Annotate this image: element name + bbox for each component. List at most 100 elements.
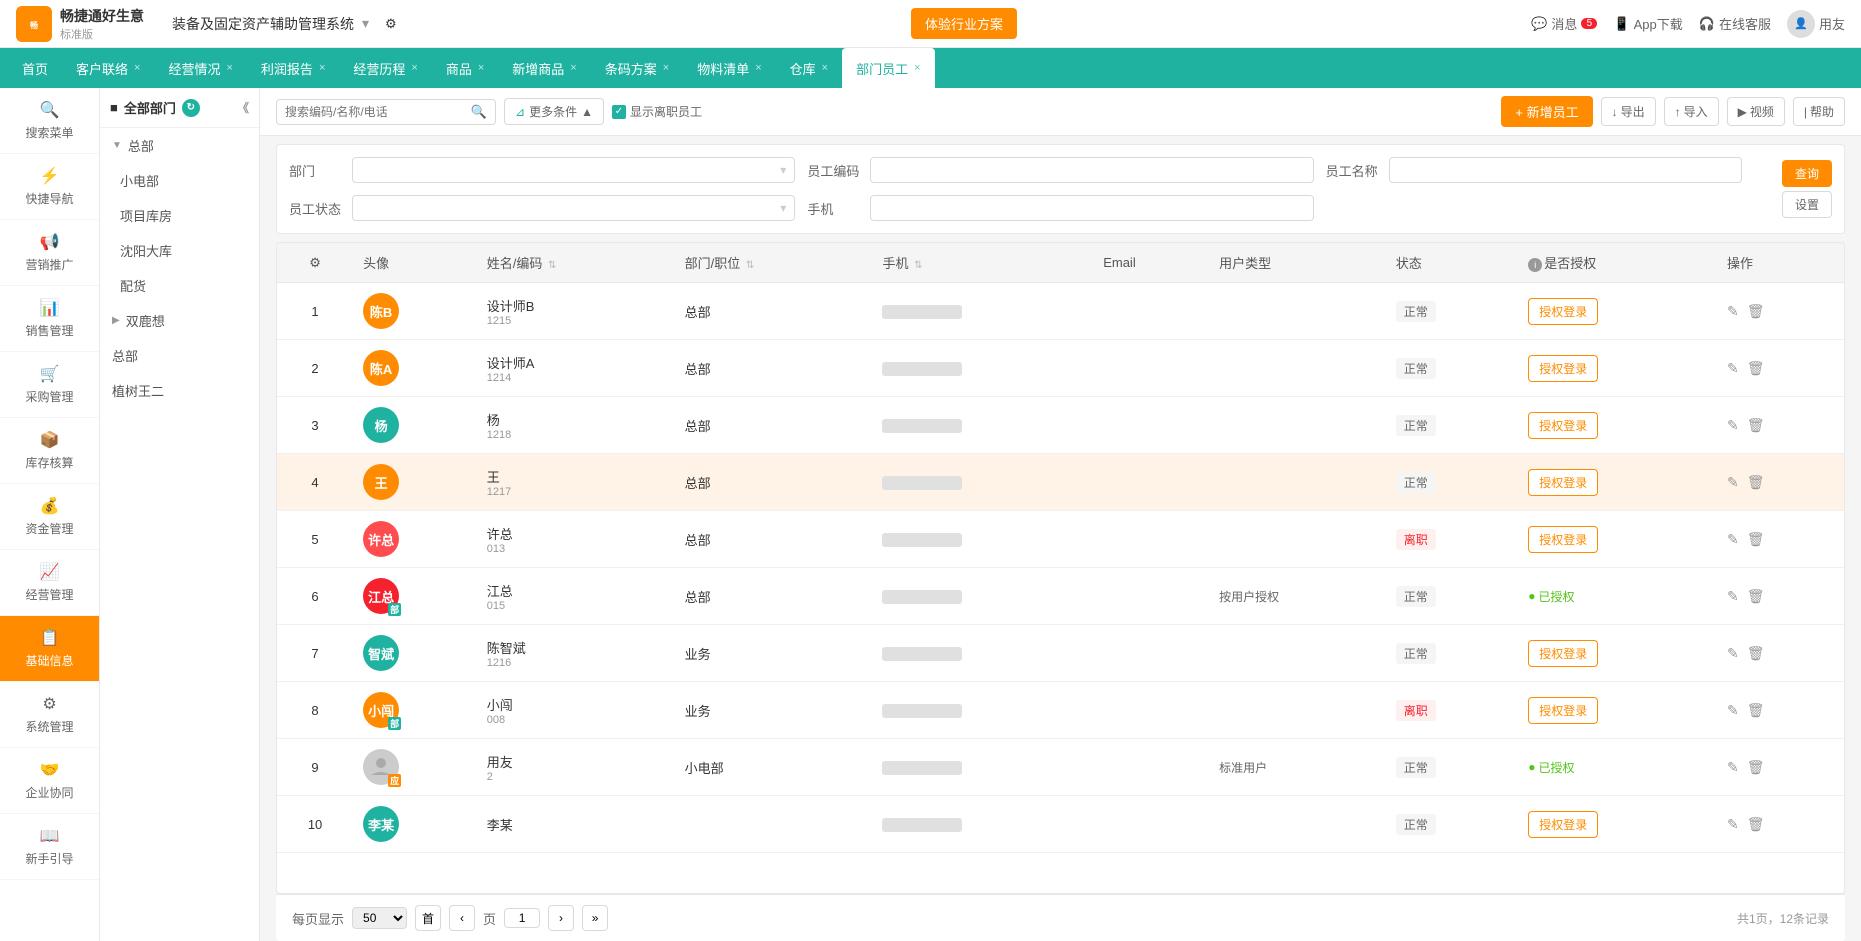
trial-btn[interactable]: 体验行业方案 [911,8,1017,39]
nav-tab[interactable]: 客户联络× [62,48,154,88]
delete-icon[interactable]: 🗑 [1747,702,1765,719]
edit-icon[interactable]: ✎ [1727,588,1739,605]
collapse-btn[interactable]: 《 [237,99,249,116]
tab-close-icon[interactable]: × [570,62,576,74]
col-phone[interactable]: 手机 ⇅ [872,243,1093,283]
show-resigned-toggle[interactable]: ✓ 显示离职员工 [612,103,702,120]
left-nav-item[interactable]: ⚡快捷导航 [0,154,99,220]
left-nav-item[interactable]: 📈经营管理 [0,550,99,616]
emp-code-input[interactable] [870,157,1313,183]
message-btn[interactable]: 💬 消息 5 [1531,14,1597,33]
settings-icon[interactable]: ⚙ [385,16,397,32]
nav-tab[interactable]: 仓库× [776,48,842,88]
app-download-btn[interactable]: 📱 App下载 [1613,14,1682,33]
edit-icon[interactable]: ✎ [1727,816,1739,833]
left-nav-item[interactable]: 📢营销推广 [0,220,99,286]
left-nav-item[interactable]: 📊销售管理 [0,286,99,352]
dept-select[interactable]: ▾ [352,157,795,183]
search-input[interactable] [285,105,467,119]
edit-icon[interactable]: ✎ [1727,360,1739,377]
left-nav-item[interactable]: 🛒采购管理 [0,352,99,418]
nav-tab[interactable]: 物料清单× [683,48,775,88]
delete-icon[interactable]: 🗑 [1747,759,1765,776]
delete-icon[interactable]: 🗑 [1747,645,1765,662]
add-employee-btn[interactable]: + 新增员工 [1501,96,1592,127]
left-nav-item[interactable]: 📋基础信息 [0,616,99,682]
dept-item-shuanglu[interactable]: ▶ 双鹿想 [100,303,259,338]
delete-icon[interactable]: 🗑 [1747,303,1765,320]
view-btn[interactable]: ▶ 视频 [1727,97,1785,126]
delete-icon[interactable]: 🗑 [1747,816,1765,833]
dept-item-zhishu[interactable]: 植树王二 [100,373,259,408]
authorize-btn[interactable]: 授权登录 [1528,811,1598,838]
authorize-btn[interactable]: 授权登录 [1528,469,1598,496]
nav-tab[interactable]: 经营历程× [339,48,431,88]
tab-close-icon[interactable]: × [478,62,484,74]
tab-close-icon[interactable]: × [822,62,828,74]
authorize-btn[interactable]: 授权登录 [1528,640,1598,667]
left-nav-item[interactable]: 📖新手引导 [0,814,99,880]
more-filters-btn[interactable]: ⊿ 更多条件 ▲ [504,98,604,125]
emp-name-input[interactable] [1389,157,1742,183]
edit-icon[interactable]: ✎ [1727,417,1739,434]
reset-btn[interactable]: 设置 [1782,191,1832,218]
dept-item-hq2[interactable]: 总部 [100,338,259,373]
left-nav-item[interactable]: 🤝企业协同 [0,748,99,814]
nav-tab[interactable]: 部门员工× [842,48,934,88]
prev-page-btn[interactable]: ‹ [449,905,475,931]
edit-icon[interactable]: ✎ [1727,645,1739,662]
col-name[interactable]: 姓名/编码 ⇅ [477,243,675,283]
export-btn[interactable]: ↓ 导出 [1601,97,1656,126]
search-box[interactable]: 🔍 [276,99,496,125]
next-page-btn[interactable]: › [548,905,574,931]
dept-item-shenyang[interactable]: 沈阳大库 [100,233,259,268]
dept-item-headquarters[interactable]: ▼ 总部 [100,128,259,163]
authorize-btn[interactable]: 授权登录 [1528,355,1598,382]
authorize-btn[interactable]: 授权登录 [1528,412,1598,439]
first-page-btn[interactable]: 首 [415,905,441,931]
authorize-btn[interactable]: 授权登录 [1528,526,1598,553]
refresh-icon[interactable]: ↻ [182,99,200,117]
authorize-btn[interactable]: 授权登录 [1528,697,1598,724]
left-nav-item[interactable]: 📦库存核算 [0,418,99,484]
tab-close-icon[interactable]: × [226,62,232,74]
left-nav-item[interactable]: ⚙系统管理 [0,682,99,748]
edit-icon[interactable]: ✎ [1727,759,1739,776]
delete-icon[interactable]: 🗑 [1747,360,1765,377]
nav-tab[interactable]: 商品× [432,48,498,88]
edit-icon[interactable]: ✎ [1727,474,1739,491]
help-btn[interactable]: | 帮助 [1793,97,1845,126]
col-dept[interactable]: 部门/职位 ⇅ [675,243,873,283]
delete-icon[interactable]: 🗑 [1747,417,1765,434]
tab-close-icon[interactable]: × [755,62,761,74]
status-select[interactable]: ▾ [352,195,795,221]
per-page-select[interactable]: 50 100 [352,907,407,929]
left-nav-item[interactable]: 🔍搜索菜单 [0,88,99,154]
left-nav-item[interactable]: 💰资金管理 [0,484,99,550]
nav-tab[interactable]: 经营情况× [154,48,246,88]
col-settings[interactable]: ⚙ [277,243,353,283]
edit-icon[interactable]: ✎ [1727,303,1739,320]
tab-close-icon[interactable]: × [914,62,920,74]
nav-tab[interactable]: 新增商品× [498,48,590,88]
online-service-btn[interactable]: 🎧 在线客服 [1699,14,1771,33]
tab-close-icon[interactable]: × [134,62,140,74]
tab-close-icon[interactable]: × [411,62,417,74]
dept-item-small-electric[interactable]: 小电部 [100,163,259,198]
import-btn[interactable]: ↑ 导入 [1664,97,1719,126]
nav-tab[interactable]: 利润报告× [247,48,339,88]
authorize-btn[interactable]: 授权登录 [1528,298,1598,325]
tab-close-icon[interactable]: × [663,62,669,74]
delete-icon[interactable]: 🗑 [1747,588,1765,605]
nav-tab[interactable]: 条码方案× [591,48,683,88]
page-num-input[interactable] [504,908,540,928]
nav-tab[interactable]: 首页 [8,48,62,88]
edit-icon[interactable]: ✎ [1727,702,1739,719]
last-page-btn[interactable]: » [582,905,608,931]
edit-icon[interactable]: ✎ [1727,531,1739,548]
delete-icon[interactable]: 🗑 [1747,474,1765,491]
delete-icon[interactable]: 🗑 [1747,531,1765,548]
tab-close-icon[interactable]: × [319,62,325,74]
dept-item-distribution[interactable]: 配货 [100,268,259,303]
phone-input[interactable] [870,195,1313,221]
